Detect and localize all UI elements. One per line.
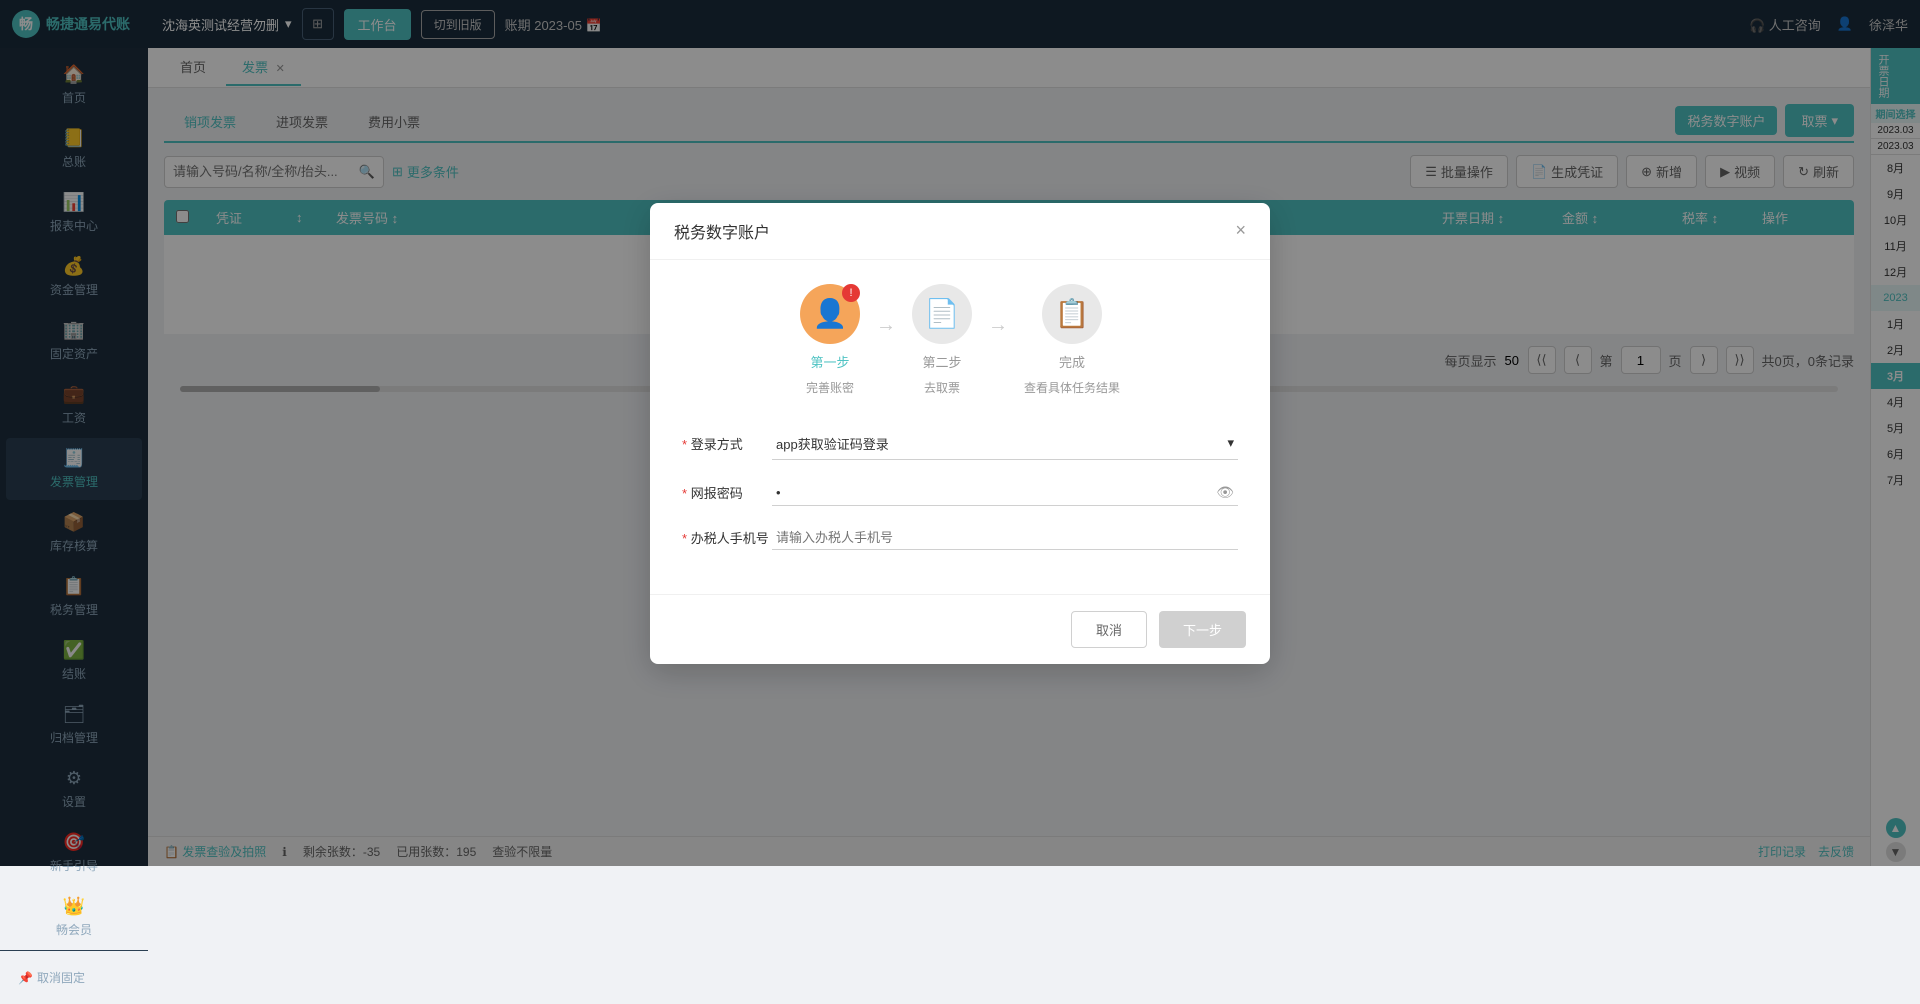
steps-indicator: 👤 ! 第一步 完善账密 → 📄 第二步 去取票 → (682, 284, 1238, 396)
modal-footer: 取消 下一步 (650, 594, 1270, 664)
tax-digital-modal: 税务数字账户 × 👤 ! 第一步 完善账密 → (650, 203, 1270, 664)
sidebar-bottom: 📌 取消固定 (0, 950, 148, 1004)
step2-icon: 📄 (912, 284, 972, 344)
step2-desc: 去取票 (924, 379, 960, 396)
sidebar-item-member[interactable]: 👑 畅会员 (6, 886, 142, 948)
password-label: * 网报密码 (682, 483, 772, 502)
step-2: 📄 第二步 去取票 (912, 284, 972, 396)
modal-title: 税务数字账户 (674, 219, 770, 243)
password-eye-icon[interactable]: 👁 (1216, 484, 1234, 501)
next-button[interactable]: 下一步 (1159, 611, 1246, 648)
sidebar-label-member: 畅会员 (56, 921, 92, 938)
step-arrow-1: → (876, 314, 896, 365)
step-arrow-2: → (988, 314, 1008, 365)
step2-title: 第二步 (922, 352, 961, 371)
phone-input[interactable] (776, 530, 1234, 545)
modal-close-btn[interactable]: × (1235, 220, 1246, 241)
phone-label: * 办税人手机号 (682, 528, 772, 547)
step1-icon-char: 👤 (813, 297, 848, 330)
login-method-label: * 登录方式 (682, 434, 772, 453)
password-input[interactable] (776, 485, 1216, 500)
login-method-select[interactable]: app获取验证码登录 ▾ (772, 428, 1238, 460)
step2-icon-char: 📄 (925, 297, 960, 330)
modal-body: 👤 ! 第一步 完善账密 → 📄 第二步 去取票 → (650, 260, 1270, 594)
member-icon: 👑 (63, 896, 85, 917)
step-3: 📋 完成 查看具体任务结果 (1024, 284, 1120, 396)
step1-title: 第一步 (810, 352, 849, 371)
modal-header: 税务数字账户 × (650, 203, 1270, 260)
cancel-button[interactable]: 取消 (1071, 611, 1147, 648)
step-1: 👤 ! 第一步 完善账密 (800, 284, 860, 396)
phone-wrapper (772, 526, 1238, 550)
modal-overlay: 税务数字账户 × 👤 ! 第一步 完善账密 → (0, 0, 1920, 866)
step3-desc: 查看具体任务结果 (1024, 379, 1120, 396)
step1-icon: 👤 ! (800, 284, 860, 344)
step3-title: 完成 (1059, 352, 1085, 371)
cancel-pin-label: 取消固定 (37, 969, 85, 986)
form-row-phone: * 办税人手机号 (682, 526, 1238, 550)
select-dropdown-icon: ▾ (1227, 435, 1234, 451)
password-wrapper: 👁 (772, 480, 1238, 506)
form-row-password: * 网报密码 👁 (682, 480, 1238, 506)
cancel-pin-btn[interactable]: 📌 取消固定 (10, 961, 138, 994)
step1-badge: ! (842, 284, 860, 302)
pin-icon: 📌 (18, 971, 33, 985)
step3-icon: 📋 (1042, 284, 1102, 344)
step1-desc: 完善账密 (806, 379, 854, 396)
step3-icon-char: 📋 (1055, 297, 1090, 330)
form-row-login-method: * 登录方式 app获取验证码登录 ▾ (682, 428, 1238, 460)
